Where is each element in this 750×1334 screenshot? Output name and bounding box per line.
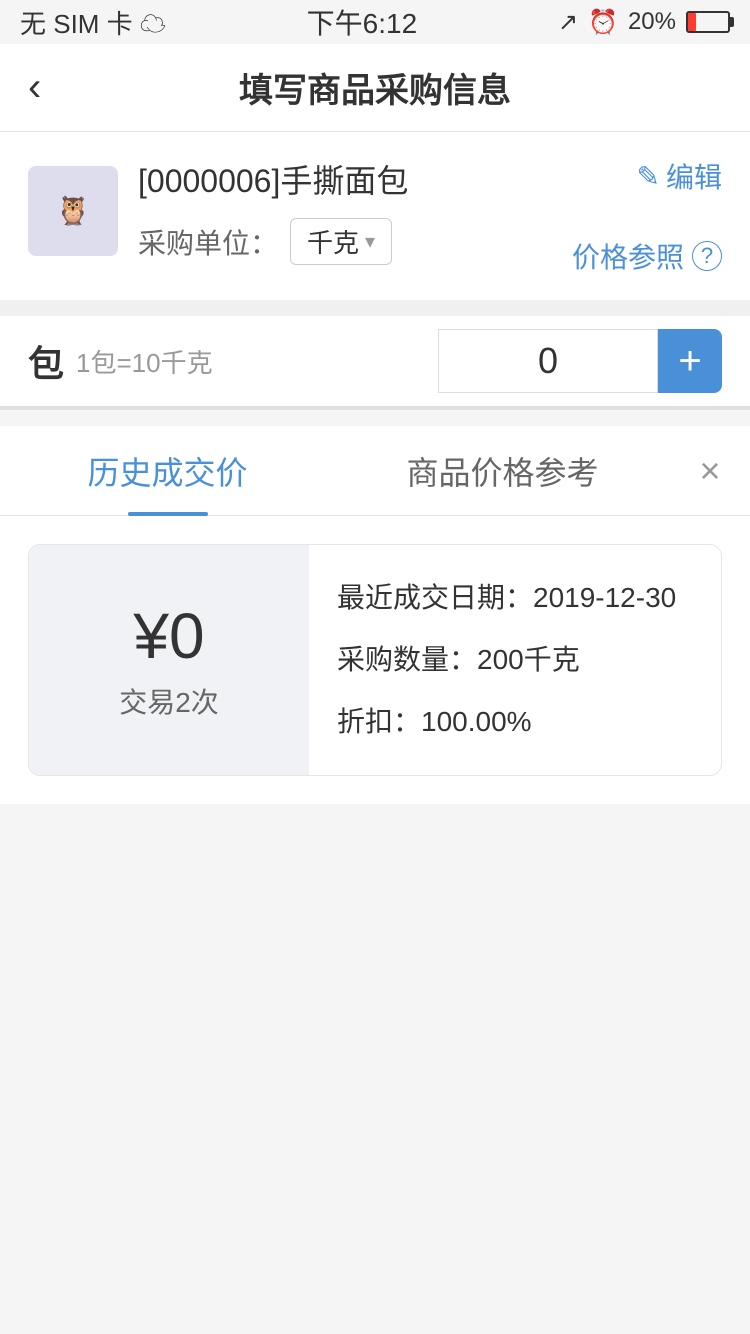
thin-divider	[0, 406, 750, 410]
back-button[interactable]: ‹	[28, 65, 41, 110]
edit-icon: ✎	[637, 160, 660, 193]
product-name: [0000006]手撕面包	[138, 156, 408, 202]
location-icon: ↗	[558, 8, 578, 37]
unit-selector[interactable]: 千克 ▾	[290, 218, 392, 265]
edit-button[interactable]: ✎ 编辑	[637, 156, 722, 196]
price-card-left: ¥0 交易2次	[29, 545, 309, 775]
status-left: 无 SIM 卡 ☁	[20, 4, 166, 41]
battery-fill	[688, 13, 696, 31]
tab-history-price[interactable]: 历史成交价	[0, 426, 335, 516]
price-card: ¥0 交易2次 最近成交日期：2019-12-30 采购数量：200千克 折扣：…	[28, 544, 722, 776]
section-divider	[0, 300, 750, 316]
price-card-right: 最近成交日期：2019-12-30 采购数量：200千克 折扣：100.00%	[309, 545, 721, 775]
history-content: ¥0 交易2次 最近成交日期：2019-12-30 采购数量：200千克 折扣：…	[0, 516, 750, 804]
product-logo-icon: 🦉	[56, 194, 91, 227]
product-info: [0000006]手撕面包 采购单位： 千克 ▾	[138, 156, 408, 265]
quantity-input[interactable]: 0	[438, 329, 658, 393]
status-right: ↗ ⏰ 20%	[558, 8, 730, 37]
product-thumbnail: 🦉	[28, 166, 118, 256]
price-value: ¥0	[133, 599, 204, 673]
nav-bar: ‹ 填写商品采购信息	[0, 44, 750, 132]
page-title: 填写商品采购信息	[239, 63, 511, 112]
product-unit-row: 采购单位： 千克 ▾	[138, 218, 408, 265]
product-section: 🦉 [0000006]手撕面包 采购单位： 千克 ▾ ✎ 编辑 价格参照	[0, 132, 750, 300]
price-transactions: 交易2次	[119, 681, 219, 721]
tab-product-price-ref[interactable]: 商品价格参考	[335, 426, 670, 516]
quantity-label: 包 1包=10千克	[28, 335, 213, 387]
tab-close-button[interactable]: ×	[670, 450, 750, 492]
purchase-qty: 采购数量：200千克	[337, 639, 693, 681]
tab-history-label: 历史成交价	[87, 448, 247, 494]
tabs-header: 历史成交价 商品价格参考 ×	[0, 426, 750, 516]
help-icon: ?	[692, 241, 722, 271]
unit-value: 千克	[307, 223, 359, 260]
recent-date: 最近成交日期：2019-12-30	[337, 577, 693, 619]
price-ref-button[interactable]: 价格参照 ?	[572, 236, 722, 276]
chevron-down-icon: ▾	[365, 229, 375, 254]
unit-char: 包	[28, 335, 64, 387]
tab-active-underline	[128, 512, 208, 516]
product-actions: ✎ 编辑 价格参照 ?	[572, 156, 722, 276]
alarm-icon: ⏰	[588, 8, 618, 37]
unit-conversion: 1包=10千克	[76, 343, 213, 380]
battery-icon	[686, 11, 730, 33]
product-header: 🦉 [0000006]手撕面包 采购单位： 千克 ▾ ✎ 编辑 价格参照	[28, 156, 722, 276]
quantity-row: 包 1包=10千克 0 +	[0, 316, 750, 406]
quantity-controls: 0 +	[438, 329, 722, 393]
battery-percent: 20%	[628, 8, 676, 36]
discount: 折扣：100.00%	[337, 701, 693, 743]
tab-price-ref-label: 商品价格参考	[406, 448, 598, 494]
unit-label: 采购单位：	[138, 222, 278, 262]
product-left: 🦉 [0000006]手撕面包 采购单位： 千克 ▾	[28, 156, 408, 265]
quantity-plus-button[interactable]: +	[658, 329, 722, 393]
status-time: 下午6:12	[307, 2, 418, 42]
signal-text: 无 SIM 卡 ☁	[20, 4, 166, 41]
price-ref-label: 价格参照	[572, 236, 684, 276]
status-bar: 无 SIM 卡 ☁ 下午6:12 ↗ ⏰ 20%	[0, 0, 750, 44]
tabs-section: 历史成交价 商品价格参考 × ¥0 交易2次 最近成交日期：2019-12-30…	[0, 426, 750, 804]
